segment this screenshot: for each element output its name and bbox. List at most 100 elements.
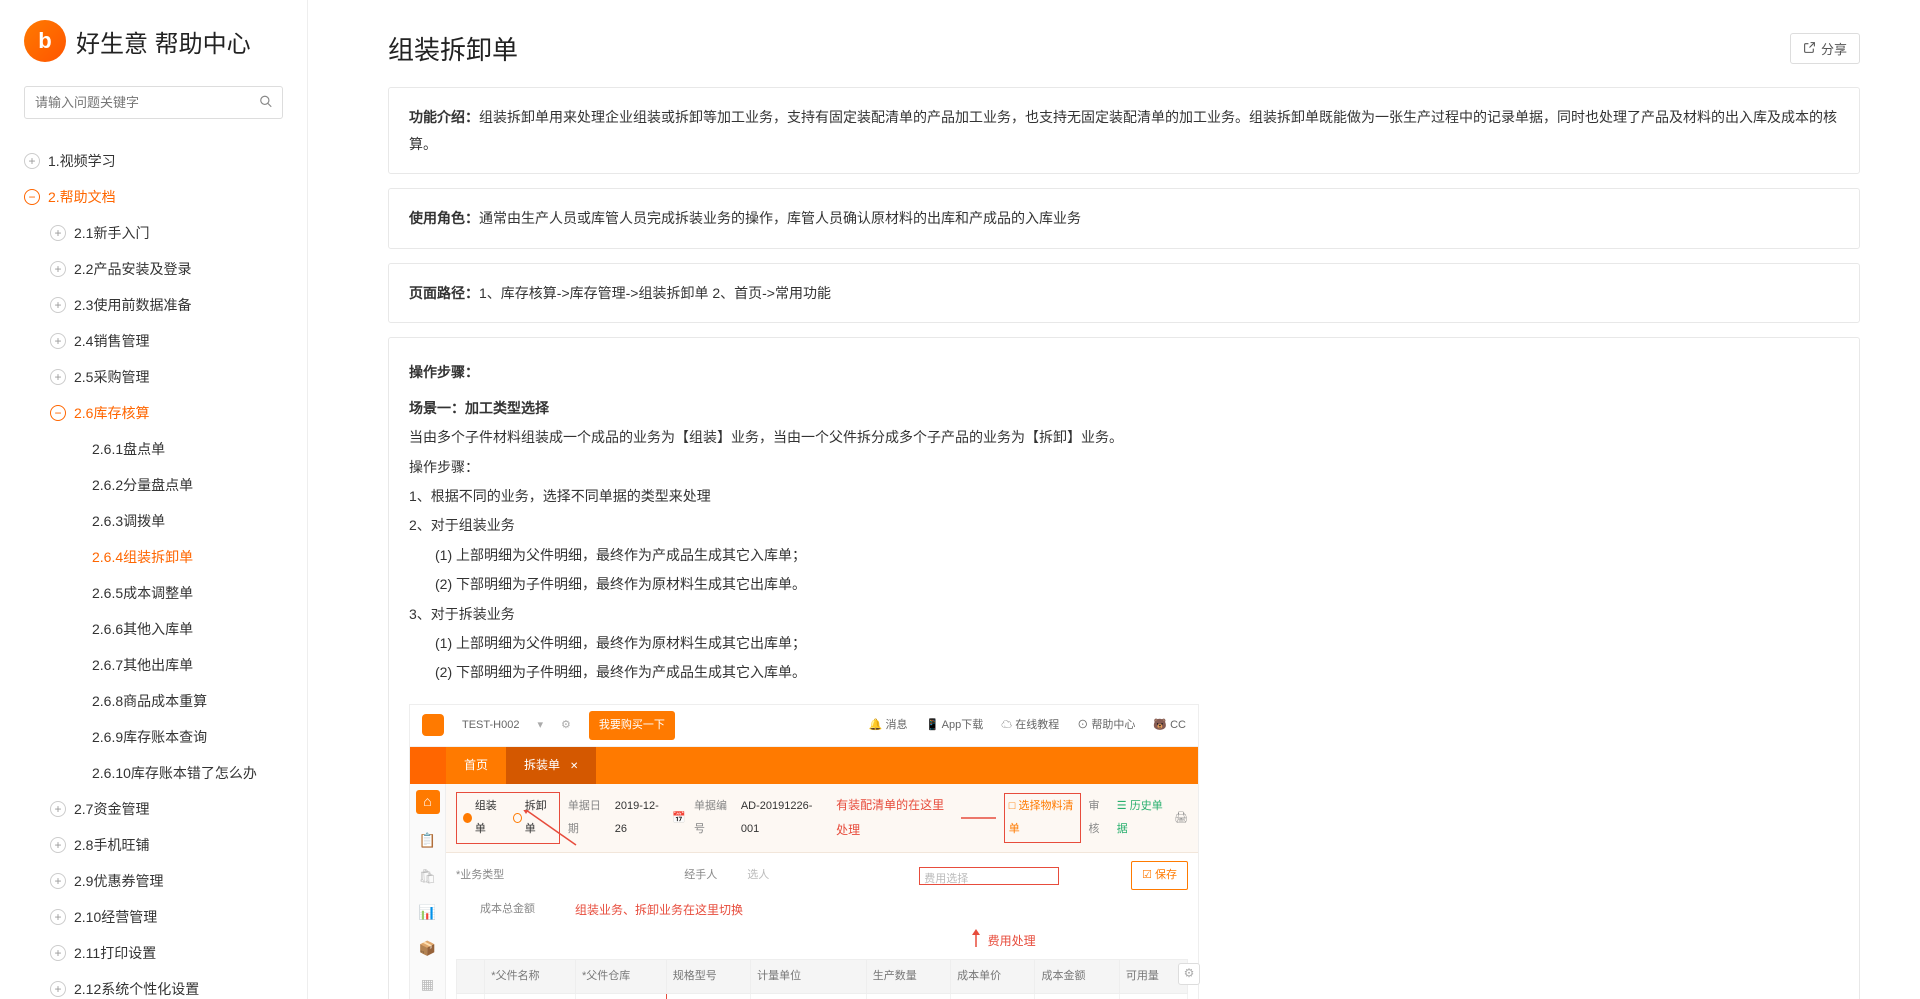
path-box: 页面路径：1、库存核算->库存管理->组装拆卸单 2、首页->常用功能 xyxy=(388,263,1860,324)
arrow-icon xyxy=(968,929,984,949)
search-input[interactable] xyxy=(24,86,283,119)
calendar-icon: 📅 xyxy=(672,807,686,830)
grid-icon: ▦ xyxy=(419,976,437,994)
nav-2-1[interactable]: +2.1新手入门 xyxy=(24,215,283,251)
ss-tab-current: 拆装单✕ xyxy=(506,747,596,784)
biztype-label: *业务类型 xyxy=(456,864,504,887)
step3-2: (2) 下部明细为子件明细，最终作为产成品生成其它入库单。 xyxy=(409,658,1839,687)
intro-label: 功能介绍： xyxy=(409,109,479,125)
table-row: 1 风扇 海芯仓 台(1台 = 1台) 10.00 0.00 0.00 0.00 xyxy=(457,993,1188,999)
nav-video[interactable]: +1.视频学习 xyxy=(24,143,283,179)
steps-box: 操作步骤： 场景一：加工类型选择 当由多个子件材料组装成一个成品的业务为【组装】… xyxy=(388,337,1860,999)
fee-select-highlight: 费用选择 xyxy=(919,867,1059,885)
nav-2-10[interactable]: +2.10经营管理 xyxy=(24,899,283,935)
date-label: 单据日期 xyxy=(568,795,607,841)
plus-icon: + xyxy=(50,297,66,313)
nav-2-6-9[interactable]: 2.6.9库存账本查询 xyxy=(24,719,283,755)
nav-2-6-7[interactable]: 2.6.7其他出库单 xyxy=(24,647,283,683)
brand: b 好生意 帮助中心 xyxy=(24,20,283,62)
warehouse-cell-highlight: 海芯仓 xyxy=(576,993,667,999)
plus-icon: + xyxy=(50,333,66,349)
nav-2-6[interactable]: −2.6库存核算 xyxy=(24,395,283,431)
nav-2-11[interactable]: +2.11打印设置 xyxy=(24,935,283,971)
chevron-down-icon: ▾ xyxy=(537,714,543,737)
brand-title: 好生意 帮助中心 xyxy=(76,24,251,59)
ss-iconbar: ⌂ 📋 🛍 📊 📦 ▦ xyxy=(410,784,446,999)
sidebar: b 好生意 帮助中心 +1.视频学习 −2.帮助文档 +2.1新手入门 +2.2… xyxy=(0,0,308,999)
arrow-icon xyxy=(961,812,996,824)
close-icon: ✕ xyxy=(570,761,578,772)
ss-help: ⊙ 帮助中心 xyxy=(1077,714,1135,737)
step2-1: (1) 上部明细为父件明细，最终作为产成品生成其它入库单； xyxy=(409,541,1839,570)
nav-2-5[interactable]: +2.5采购管理 xyxy=(24,359,283,395)
ss-annot-switch: 组装业务、拆卸业务在这里切换 xyxy=(575,898,743,923)
search-icon[interactable] xyxy=(259,94,273,111)
ss-bom-link: □ 选择物料清单 xyxy=(1004,793,1081,843)
nav-2-6-5[interactable]: 2.6.5成本调整单 xyxy=(24,575,283,611)
ss-annot-fee: 费用处理 xyxy=(446,929,1198,954)
step2-2: (2) 下部明细为子件明细，最终作为原材料生成其它出库单。 xyxy=(409,570,1839,599)
nav-2-4[interactable]: +2.4销售管理 xyxy=(24,323,283,359)
nav-2-6-6[interactable]: 2.6.6其他入库单 xyxy=(24,611,283,647)
save-button: ☑ 保存 xyxy=(1131,861,1188,890)
role-box: 使用角色：通常由生产人员或库管人员完成拆装业务的操作，库管人员确认原材料的出库和… xyxy=(388,188,1860,249)
nav-2-12[interactable]: +2.12系统个性化设置 xyxy=(24,971,283,999)
settings-icon: ⚙ xyxy=(1178,963,1200,985)
ss-logo-icon xyxy=(422,714,444,736)
path-text: 1、库存核算->库存管理->组装拆卸单 2、首页->常用功能 xyxy=(479,285,831,301)
step2: 2、对于组装业务 xyxy=(409,511,1839,540)
nav-2-2[interactable]: +2.2产品安装及登录 xyxy=(24,251,283,287)
share-button[interactable]: 分享 xyxy=(1790,33,1860,64)
nav-2-6-8[interactable]: 2.6.8商品成本重算 xyxy=(24,683,283,719)
step1: 1、根据不同的业务，选择不同单据的类型来处理 xyxy=(409,482,1839,511)
plus-icon: + xyxy=(50,909,66,925)
plus-icon: + xyxy=(50,945,66,961)
doc-value: AD-20191226-001 xyxy=(741,795,820,841)
plus-icon: + xyxy=(50,873,66,889)
chart-icon: 📊 xyxy=(419,904,437,922)
ss-tutorial: ☁ 在线教程 xyxy=(1001,714,1059,737)
radio-disassemble: 拆卸单 xyxy=(513,795,553,841)
ss-tabrow: 首页 拆装单✕ xyxy=(410,747,1198,784)
clipboard-icon: 📋 xyxy=(419,832,437,850)
ss-note-row: 成本总金额 组装业务、拆卸业务在这里切换 xyxy=(446,894,1198,933)
nav-2-9[interactable]: +2.9优惠券管理 xyxy=(24,863,283,899)
path-label: 页面路径： xyxy=(409,285,479,301)
nav-2-6-2[interactable]: 2.6.2分量盘点单 xyxy=(24,467,283,503)
plus-icon: + xyxy=(50,837,66,853)
nav-2-6-10[interactable]: 2.6.10库存账本错了怎么办 xyxy=(24,755,283,791)
embedded-screenshot: TEST-H002 ▾ ⚙ 我要购买一下 🔔 消息 📱 App下载 ☁ 在线教程… xyxy=(409,704,1199,999)
plus-icon: + xyxy=(50,981,66,997)
scene1-title: 场景一：加工类型选择 xyxy=(409,394,1839,423)
ss-topbar: TEST-H002 ▾ ⚙ 我要购买一下 🔔 消息 📱 App下载 ☁ 在线教程… xyxy=(410,705,1198,747)
step3-1: (1) 上部明细为父件明细，最终作为原材料生成其它出库单； xyxy=(409,629,1839,658)
ss-tab-home: 首页 xyxy=(446,747,506,784)
minus-icon: − xyxy=(24,189,40,205)
box-icon: 📦 xyxy=(419,940,437,958)
role-label: 使用角色： xyxy=(409,210,479,226)
nav-2-7[interactable]: +2.7资金管理 xyxy=(24,791,283,827)
plus-icon: + xyxy=(24,153,40,169)
nav-2-3[interactable]: +2.3使用前数据准备 xyxy=(24,287,283,323)
history-label: ☰ 历史单据 xyxy=(1117,795,1164,841)
ss-app: 📱 App下载 xyxy=(925,714,983,737)
print-icon: 🖨 xyxy=(1174,807,1188,830)
step3: 3、对于拆装业务 xyxy=(409,600,1839,629)
nav-2-6-1[interactable]: 2.6.1盘点单 xyxy=(24,431,283,467)
nav-2-6-4-active[interactable]: 2.6.4组装拆卸单 xyxy=(24,539,283,575)
ss-tenant: TEST-H002 xyxy=(462,714,519,737)
search-box xyxy=(24,86,283,119)
bag-icon: 🛍 xyxy=(419,868,437,886)
share-icon xyxy=(1803,41,1816,57)
nav-2-8[interactable]: +2.8手机旺铺 xyxy=(24,827,283,863)
gear-icon: ⚙ xyxy=(561,714,571,737)
radio-assemble: 组装单 xyxy=(463,795,503,841)
date-value: 2019-12-26 xyxy=(615,795,665,841)
minus-icon: − xyxy=(50,405,66,421)
home-icon: ⌂ xyxy=(416,790,440,814)
nav-tree: +1.视频学习 −2.帮助文档 +2.1新手入门 +2.2产品安装及登录 +2.… xyxy=(24,143,283,999)
nav-2-6-3[interactable]: 2.6.3调拨单 xyxy=(24,503,283,539)
logo-icon: b xyxy=(24,20,66,62)
ss-type-radio-group: 组装单 拆卸单 xyxy=(456,792,560,844)
nav-docs[interactable]: −2.帮助文档 xyxy=(24,179,283,215)
